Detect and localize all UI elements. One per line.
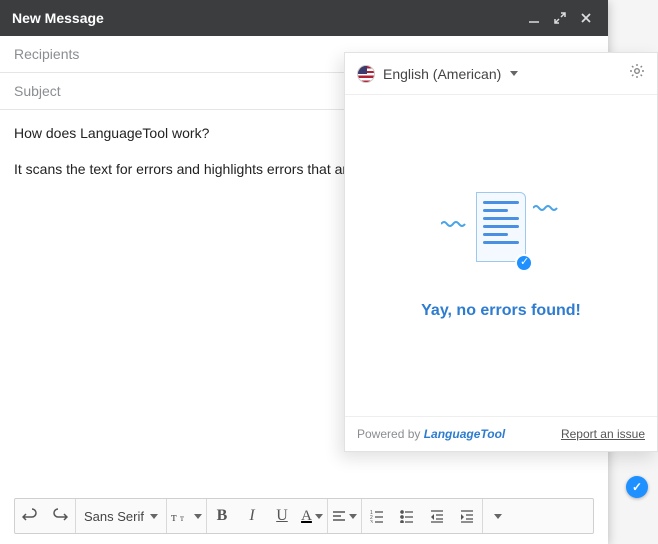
- report-issue-link[interactable]: Report an issue: [561, 427, 645, 441]
- check-icon: [515, 254, 533, 272]
- close-button[interactable]: [576, 8, 596, 28]
- chevron-down-icon: [349, 514, 357, 519]
- languagetool-status-badge[interactable]: [626, 476, 648, 498]
- gear-icon[interactable]: [629, 63, 645, 84]
- align-button[interactable]: [328, 499, 361, 533]
- text-color-button[interactable]: A: [297, 499, 327, 533]
- minimize-button[interactable]: [524, 8, 544, 28]
- lt-header: English (American): [345, 53, 657, 95]
- powered-by-label: Powered by LanguageTool: [357, 427, 505, 441]
- languagetool-panel: English (American) Yay, no errors found!…: [344, 52, 658, 452]
- indent-more-button[interactable]: [452, 499, 482, 533]
- svg-text:т: т: [171, 509, 177, 524]
- font-family-label: Sans Serif: [84, 509, 144, 524]
- italic-button[interactable]: I: [237, 499, 267, 533]
- undo-button[interactable]: [15, 499, 45, 533]
- font-size-button[interactable]: тт: [167, 499, 206, 533]
- chevron-down-icon[interactable]: [509, 65, 519, 83]
- expand-button[interactable]: [550, 8, 570, 28]
- bullet-list-button[interactable]: [392, 499, 422, 533]
- chevron-down-icon: [194, 514, 202, 519]
- no-errors-message: Yay, no errors found!: [421, 302, 581, 320]
- language-selector[interactable]: English (American): [383, 66, 501, 82]
- redo-button[interactable]: [45, 499, 75, 533]
- us-flag-icon: [357, 65, 375, 83]
- svg-text:3: 3: [370, 520, 373, 523]
- no-errors-illustration: [441, 192, 561, 282]
- indent-less-button[interactable]: [422, 499, 452, 533]
- chevron-down-icon: [315, 514, 323, 519]
- format-toolbar: Sans Serif тт B I U A: [14, 498, 594, 534]
- lt-footer: Powered by LanguageTool Report an issue: [345, 416, 657, 451]
- underline-button[interactable]: U: [267, 499, 297, 533]
- numbered-list-button[interactable]: 123: [362, 499, 392, 533]
- bold-button[interactable]: B: [207, 499, 237, 533]
- window-title: New Message: [12, 10, 104, 26]
- lt-body: Yay, no errors found!: [345, 95, 657, 416]
- more-formatting-button[interactable]: [483, 499, 513, 533]
- chevron-down-icon: [150, 514, 158, 519]
- svg-text:т: т: [180, 513, 184, 523]
- titlebar: New Message: [0, 0, 608, 36]
- chevron-down-icon: [494, 514, 502, 519]
- font-family-dropdown[interactable]: Sans Serif: [76, 499, 166, 533]
